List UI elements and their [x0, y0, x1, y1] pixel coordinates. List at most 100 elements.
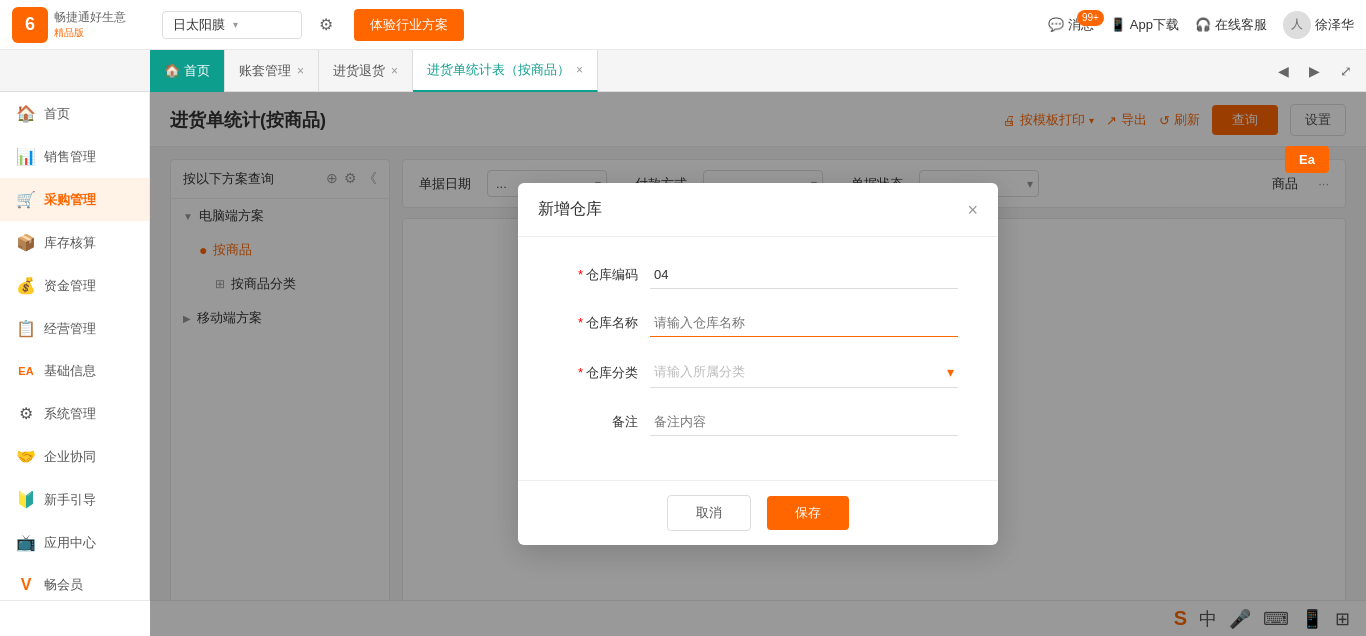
store-selector-arrow: ▾ — [233, 19, 238, 30]
sidebar-item-basic-info[interactable]: EA 基础信息 — [0, 350, 149, 392]
app-icon: 📱 — [1110, 17, 1126, 32]
message-icon: 💬 — [1048, 17, 1064, 32]
basic-info-nav-icon: EA — [16, 365, 36, 377]
sidebar-item-inventory[interactable]: 📦 库存核算 — [0, 221, 149, 264]
tab-scroll-left[interactable]: ◀ — [1272, 61, 1295, 81]
tab-purchase-stats-label: 进货单统计表（按商品） — [427, 61, 570, 79]
save-button[interactable]: 保存 — [767, 496, 849, 530]
trial-button[interactable]: 体验行业方案 — [354, 9, 464, 41]
form-row-code: 仓库编码 — [558, 261, 958, 289]
username-label: 徐泽华 — [1315, 16, 1354, 34]
sidebar-item-home[interactable]: 🏠 首页 — [0, 92, 149, 135]
sidebar-item-purchase[interactable]: 🛒 采购管理 — [0, 178, 149, 221]
settings-button[interactable]: ⚙ — [310, 9, 342, 41]
sidebar-item-label-sales: 销售管理 — [44, 148, 96, 166]
apps-nav-icon: 📺 — [16, 533, 36, 552]
finance-nav-icon: 💰 — [16, 276, 36, 295]
brand-edition: 精品版 — [54, 26, 126, 40]
sidebar-item-label-finance: 资金管理 — [44, 277, 96, 295]
code-label: 仓库编码 — [558, 266, 638, 284]
modal-overlay: 新增仓库 × 仓库编码 仓库名称 仓库分类 请输入 — [150, 92, 1366, 636]
enterprise-nav-icon: 🤝 — [16, 447, 36, 466]
main-layout: 🏠 首页 📊 销售管理 🛒 采购管理 📦 库存核算 💰 资金管理 📋 经营管理 … — [0, 92, 1366, 636]
main-content: 进货单统计(按商品) 🖨 按模板打印 ▾ ↗ 导出 ↺ 刷新 查询 设置 — [150, 92, 1366, 636]
sidebar-item-finance[interactable]: 💰 资金管理 — [0, 264, 149, 307]
sidebar-item-label-inventory: 库存核算 — [44, 234, 96, 252]
sidebar-item-label-purchase: 采购管理 — [44, 191, 96, 209]
sidebar-item-label-enterprise: 企业协同 — [44, 448, 96, 466]
modal-body: 仓库编码 仓库名称 仓库分类 请输入所属分类 ▾ — [518, 237, 998, 480]
sidebar-item-system[interactable]: ⚙ 系统管理 — [0, 392, 149, 435]
sidebar-item-guide[interactable]: 🔰 新手引导 — [0, 478, 149, 521]
category-select[interactable]: 请输入所属分类 ▾ — [650, 357, 958, 388]
store-selector[interactable]: 日太阳膜 ▾ — [162, 11, 302, 39]
top-right-area: 💬 消息 99+ 📱 App下载 🎧 在线客服 人 徐泽华 — [1048, 11, 1354, 39]
sidebar-item-enterprise[interactable]: 🤝 企业协同 — [0, 435, 149, 478]
sales-nav-icon: 📊 — [16, 147, 36, 166]
name-input[interactable] — [650, 309, 958, 337]
home-icon: 🏠 — [164, 63, 180, 78]
logo-area: 6 畅捷通好生意 精品版 — [12, 7, 162, 43]
form-row-note: 备注 — [558, 408, 958, 436]
sidebar-item-label-basic-info: 基础信息 — [44, 362, 96, 380]
cancel-button[interactable]: 取消 — [667, 495, 751, 531]
tab-scroll-right[interactable]: ▶ — [1303, 61, 1326, 81]
tab-purchase-return[interactable]: 进货退货 × — [319, 50, 413, 92]
tab-home[interactable]: 🏠 首页 — [150, 50, 225, 92]
online-service-button[interactable]: 🎧 在线客服 — [1195, 16, 1267, 34]
guide-nav-icon: 🔰 — [16, 490, 36, 509]
headset-icon: 🎧 — [1195, 17, 1211, 32]
store-name: 日太阳膜 — [173, 16, 225, 34]
sidebar-item-label-member: 畅会员 — [44, 576, 83, 594]
message-badge: 99+ — [1077, 10, 1104, 26]
tab-purchase-return-close[interactable]: × — [391, 64, 398, 78]
tab-bar: 🏠 首页 账套管理 × 进货退货 × 进货单统计表（按商品） × ◀ ▶ ⤢ — [0, 50, 1366, 92]
code-input[interactable] — [650, 261, 958, 289]
sidebar-item-label-operations: 经营管理 — [44, 320, 96, 338]
form-row-name: 仓库名称 — [558, 309, 958, 337]
tab-account[interactable]: 账套管理 × — [225, 50, 319, 92]
category-placeholder: 请输入所属分类 — [654, 363, 745, 381]
tab-account-close[interactable]: × — [297, 64, 304, 78]
purchase-nav-icon: 🛒 — [16, 190, 36, 209]
tab-purchase-stats-close[interactable]: × — [576, 63, 583, 77]
brand-name: 畅捷通好生意 — [54, 9, 126, 26]
app-download-label: App下载 — [1130, 16, 1179, 34]
note-input[interactable] — [650, 408, 958, 436]
system-nav-icon: ⚙ — [16, 404, 36, 423]
tab-account-label: 账套管理 — [239, 62, 291, 80]
tab-home-label: 首页 — [184, 62, 210, 80]
top-bar: 6 畅捷通好生意 精品版 日太阳膜 ▾ ⚙ 体验行业方案 💬 消息 99+ 📱 … — [0, 0, 1366, 50]
modal-close-button[interactable]: × — [967, 201, 978, 219]
note-label: 备注 — [558, 413, 638, 431]
category-arrow-icon: ▾ — [947, 364, 954, 380]
inventory-nav-icon: 📦 — [16, 233, 36, 252]
tab-controls: ◀ ▶ ⤢ — [1272, 61, 1366, 81]
brand-text: 畅捷通好生意 精品版 — [54, 9, 126, 40]
messages-button[interactable]: 💬 消息 99+ — [1048, 16, 1094, 34]
user-profile[interactable]: 人 徐泽华 — [1283, 11, 1354, 39]
app-download-button[interactable]: 📱 App下载 — [1110, 16, 1179, 34]
sidebar-item-label-guide: 新手引导 — [44, 491, 96, 509]
modal-add-warehouse: 新增仓库 × 仓库编码 仓库名称 仓库分类 请输入 — [518, 183, 998, 545]
sidebar-item-label-apps: 应用中心 — [44, 534, 96, 552]
modal-title: 新增仓库 — [538, 199, 602, 220]
online-service-label: 在线客服 — [1215, 16, 1267, 34]
tab-expand[interactable]: ⤢ — [1334, 61, 1358, 81]
name-label: 仓库名称 — [558, 314, 638, 332]
category-label: 仓库分类 — [558, 364, 638, 382]
sidebar-item-operations[interactable]: 📋 经营管理 — [0, 307, 149, 350]
sidebar-item-apps[interactable]: 📺 应用中心 — [0, 521, 149, 564]
tab-purchase-stats[interactable]: 进货单统计表（按商品） × — [413, 50, 598, 92]
app-logo-icon: 6 — [12, 7, 48, 43]
member-nav-icon: V — [16, 576, 36, 594]
modal-header: 新增仓库 × — [518, 183, 998, 237]
sidebar-item-label-system: 系统管理 — [44, 405, 96, 423]
sidebar-item-sales[interactable]: 📊 销售管理 — [0, 135, 149, 178]
home-nav-icon: 🏠 — [16, 104, 36, 123]
ea-badge: Ea — [1285, 146, 1329, 173]
sidebar-item-label-home: 首页 — [44, 105, 70, 123]
sidebar: 🏠 首页 📊 销售管理 🛒 采购管理 📦 库存核算 💰 资金管理 📋 经营管理 … — [0, 92, 150, 636]
operations-nav-icon: 📋 — [16, 319, 36, 338]
form-row-category: 仓库分类 请输入所属分类 ▾ — [558, 357, 958, 388]
